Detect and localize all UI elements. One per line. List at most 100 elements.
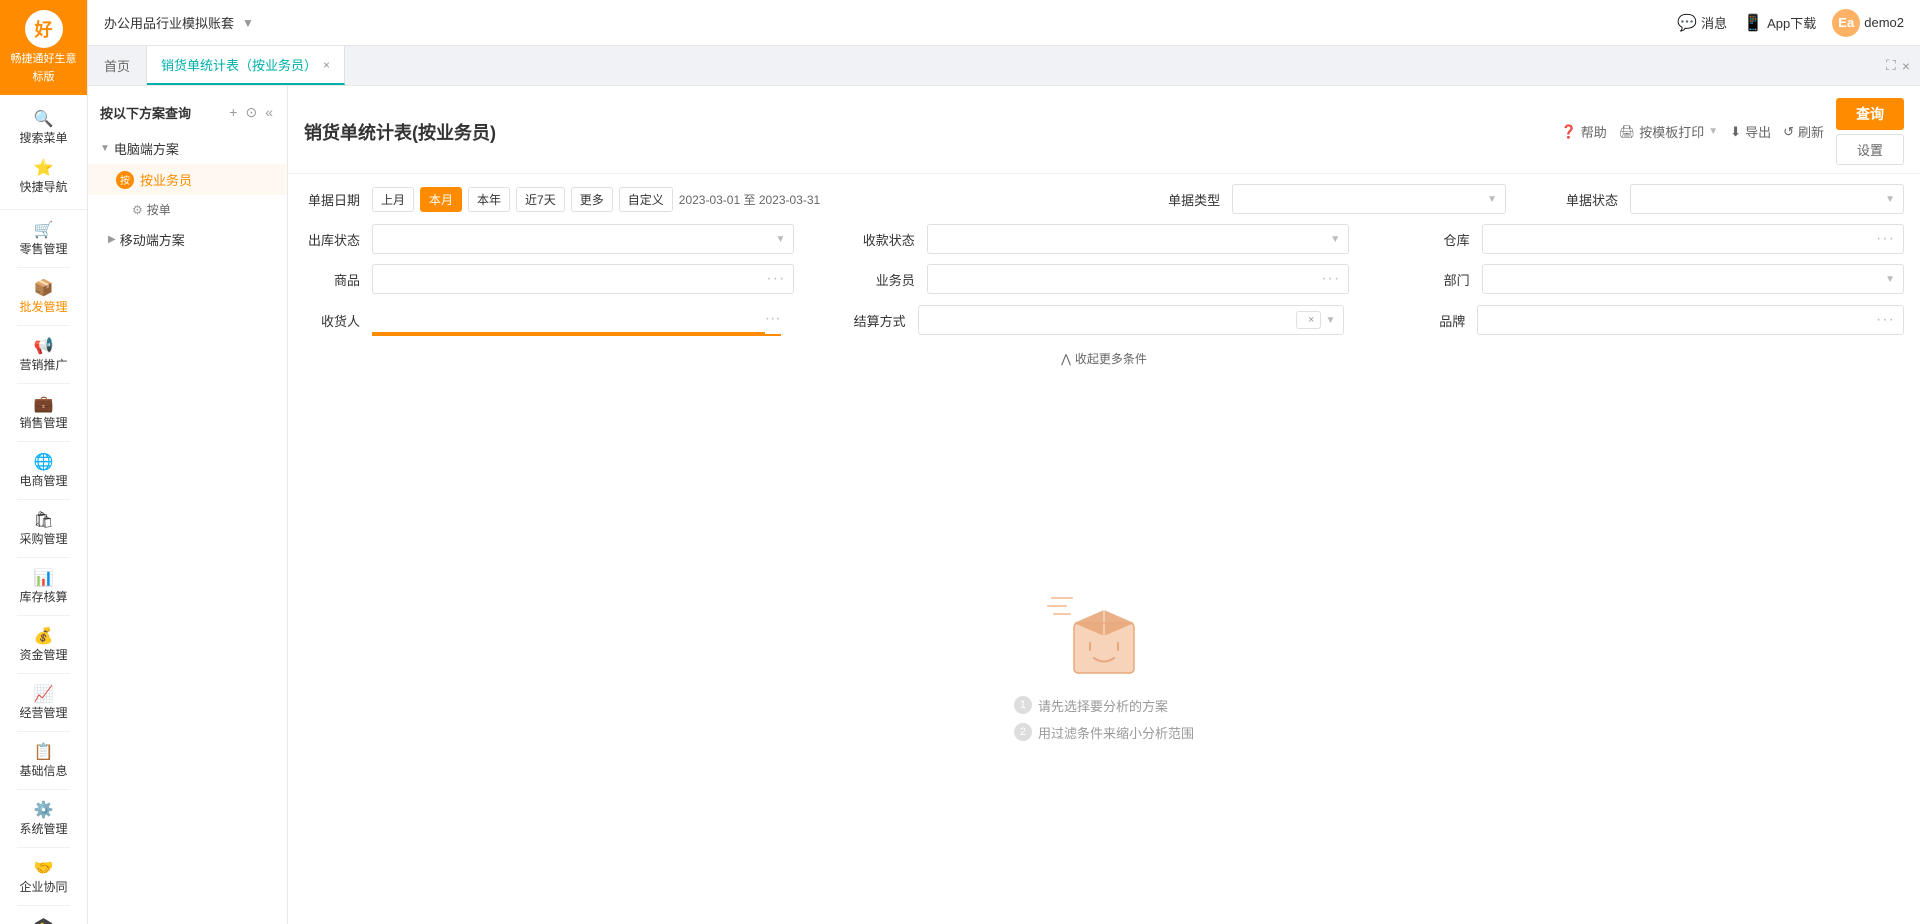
dept-label: 部门: [1414, 270, 1470, 289]
tree-arrow-icon: ▼: [100, 143, 110, 154]
settle-tag: ×: [1296, 311, 1321, 329]
tip-num-2: 2: [1014, 723, 1032, 741]
empty-tips: 1 请先选择要分析的方案 2 用过滤条件来缩小分析范围: [1014, 696, 1194, 742]
tab-home[interactable]: 首页: [88, 46, 147, 85]
sidebar-item-newbie[interactable]: 🎓 新手引导: [0, 908, 87, 924]
receiver-input[interactable]: [372, 304, 765, 334]
salesperson-dots-icon: ···: [1321, 270, 1340, 288]
topbar-left: 办公用品行业模拟账套 ▼: [104, 13, 254, 32]
date-btn-more[interactable]: 更多: [571, 187, 613, 212]
settle-tag-close[interactable]: ×: [1308, 314, 1314, 326]
product-select[interactable]: ···: [372, 264, 794, 294]
sidebar-item-retail[interactable]: 🛒 零售管理: [0, 212, 87, 265]
topbar: 办公用品行业模拟账套 ▼ 💬 消息 📱 App下载 Ea demo2: [88, 0, 1920, 46]
tree-desktop-section[interactable]: ▼ 电脑端方案: [88, 133, 287, 164]
dept-select[interactable]: ▼: [1482, 264, 1904, 294]
download-icon: 📱: [1743, 13, 1763, 33]
add-scheme-icon[interactable]: +: [227, 102, 239, 123]
main-area: 办公用品行业模拟账套 ▼ 💬 消息 📱 App下载 Ea demo2 首页: [88, 0, 1920, 924]
warehouse-select[interactable]: ···: [1482, 224, 1904, 254]
tree-mobile-section[interactable]: ▶ 移动端方案: [88, 224, 287, 255]
out-status-select[interactable]: ▼: [372, 224, 794, 254]
setting-button[interactable]: 设置: [1836, 134, 1904, 165]
tabs-bar: 首页 销货单统计表（按业务员） × ⛶ ×: [88, 46, 1920, 86]
sidebar-item-wholesale[interactable]: 📦 批发管理: [0, 270, 87, 323]
edit-scheme-icon[interactable]: ⊙: [243, 102, 259, 123]
sidebar-item-operation[interactable]: 📈 经营管理: [0, 676, 87, 729]
topbar-app-download[interactable]: 📱 App下载: [1743, 13, 1816, 33]
sidebar-item-finance[interactable]: 💰 资金管理: [0, 618, 87, 671]
date-btn-this-year[interactable]: 本年: [468, 187, 510, 212]
print-btn[interactable]: 🖨 按模板打印 ▼: [1619, 122, 1718, 141]
sidebar: 好 畅捷通好生意 标版 🔍 搜索菜单 ⭐ 快捷导航 🛒 零售管理 📦 批发管理 …: [0, 0, 88, 924]
query-button[interactable]: 查询: [1836, 98, 1904, 130]
tab-close-window-icon[interactable]: ×: [1902, 58, 1910, 74]
sidebar-item-ecommerce[interactable]: 🌐 电商管理: [0, 444, 87, 497]
tree-child-by-salesperson[interactable]: 按 按业务员: [88, 164, 287, 195]
receiver-cell: ···: [372, 304, 781, 336]
settle-arrow-icon: ▼: [1325, 315, 1335, 326]
doc-type-label: 单据类型: [1164, 190, 1220, 209]
tip-num-1: 1: [1014, 696, 1032, 714]
filter-row-1: 单据日期 上月 本月 本年 近7天 更多 自定义 2023-03-01 至 20…: [304, 184, 1904, 214]
tab-maximize-icon[interactable]: ⛶: [1886, 57, 1896, 74]
sidebar-item-marketing[interactable]: 📢 营销推广: [0, 328, 87, 381]
sidebar-item-base-info[interactable]: 📋 基础信息: [0, 734, 87, 787]
export-icon: ⬇: [1730, 124, 1741, 140]
page-header: 销货单统计表(按业务员) ❓ 帮助 🖨 按模板打印 ▼ ⬇ 导出: [288, 86, 1920, 174]
empty-tip-2: 2 用过滤条件来缩小分析范围: [1014, 723, 1194, 742]
collapse-panel-icon[interactable]: «: [263, 102, 275, 123]
help-btn[interactable]: ❓ 帮助: [1561, 122, 1607, 141]
empty-illustration: [1044, 568, 1164, 688]
receipt-status-select[interactable]: ▼: [927, 224, 1349, 254]
left-panel-header: 按以下方案查询 + ⊙ «: [88, 96, 287, 129]
topbar-messages[interactable]: 💬 消息: [1677, 13, 1727, 33]
print-dropdown-icon[interactable]: ▼: [1708, 126, 1718, 137]
topbar-right: 💬 消息 📱 App下载 Ea demo2: [1677, 9, 1904, 37]
warehouse-label: 仓库: [1414, 230, 1470, 249]
doc-type-select[interactable]: ▼: [1232, 184, 1506, 214]
doc-status-arrow-icon: ▼: [1885, 194, 1895, 205]
tree-grandchild-by-order[interactable]: ⚙ 按单: [88, 195, 287, 224]
sidebar-quick-nav[interactable]: ⭐ 快捷导航: [6, 152, 81, 201]
sidebar-search-menu[interactable]: 🔍 搜索菜单: [6, 103, 81, 152]
dept-arrow-icon: ▼: [1885, 274, 1895, 285]
receipt-status-arrow-icon: ▼: [1330, 234, 1340, 245]
export-btn[interactable]: ⬇ 导出: [1730, 122, 1771, 141]
brand-select[interactable]: ···: [1477, 305, 1904, 335]
collapse-bar[interactable]: ⋀ 收起更多条件: [304, 346, 1904, 375]
refresh-btn[interactable]: ↺ 刷新: [1783, 122, 1824, 141]
settle-select[interactable]: × ▼: [918, 305, 1345, 335]
date-btn-custom[interactable]: 自定义: [619, 187, 673, 212]
sidebar-item-purchase[interactable]: 🛍 采购管理: [0, 502, 87, 555]
tab-active[interactable]: 销货单统计表（按业务员） ×: [147, 46, 345, 85]
out-status-arrow-icon: ▼: [775, 234, 785, 245]
date-group: 上月 本月 本年 近7天 更多 自定义 2023-03-01 至 2023-03…: [372, 187, 820, 212]
sidebar-item-system[interactable]: ⚙️ 系统管理: [0, 792, 87, 845]
topbar-user[interactable]: Ea demo2: [1832, 9, 1904, 37]
logo-text: 畅捷通好生意: [11, 52, 77, 66]
page-title: 销货单统计表(按业务员): [304, 119, 496, 145]
child-icon: 按: [116, 171, 134, 189]
refresh-icon: ↺: [1783, 124, 1794, 140]
receipt-status-label: 收款状态: [859, 230, 915, 249]
date-btn-last7[interactable]: 近7天: [516, 187, 565, 212]
topbar-dropdown-icon[interactable]: ▼: [242, 16, 254, 30]
salesperson-select[interactable]: ···: [927, 264, 1349, 294]
date-btn-this-month[interactable]: 本月: [420, 187, 462, 212]
doc-status-select[interactable]: ▼: [1630, 184, 1904, 214]
left-panel-icons: + ⊙ «: [227, 102, 275, 123]
date-label: 单据日期: [304, 190, 360, 209]
empty-tip-1: 1 请先选择要分析的方案: [1014, 696, 1194, 715]
sidebar-item-inventory[interactable]: 📊 库存核算: [0, 560, 87, 613]
sidebar-logo[interactable]: 好 畅捷通好生意 标版: [0, 0, 87, 95]
right-panel: 销货单统计表(按业务员) ❓ 帮助 🖨 按模板打印 ▼ ⬇ 导出: [288, 86, 1920, 924]
sidebar-search-section: 🔍 搜索菜单 ⭐ 快捷导航: [0, 95, 87, 210]
collapse-arrow-icon: ⋀: [1061, 352, 1071, 366]
gc-icon: ⚙: [132, 203, 143, 217]
sidebar-item-enterprise[interactable]: 🤝 企业协同: [0, 850, 87, 903]
date-btn-last-month[interactable]: 上月: [372, 187, 414, 212]
tab-close-btn[interactable]: ×: [323, 58, 330, 72]
tab-window-btns: ⛶ ×: [1876, 57, 1920, 74]
sidebar-item-sales[interactable]: 💼 销售管理: [0, 386, 87, 439]
